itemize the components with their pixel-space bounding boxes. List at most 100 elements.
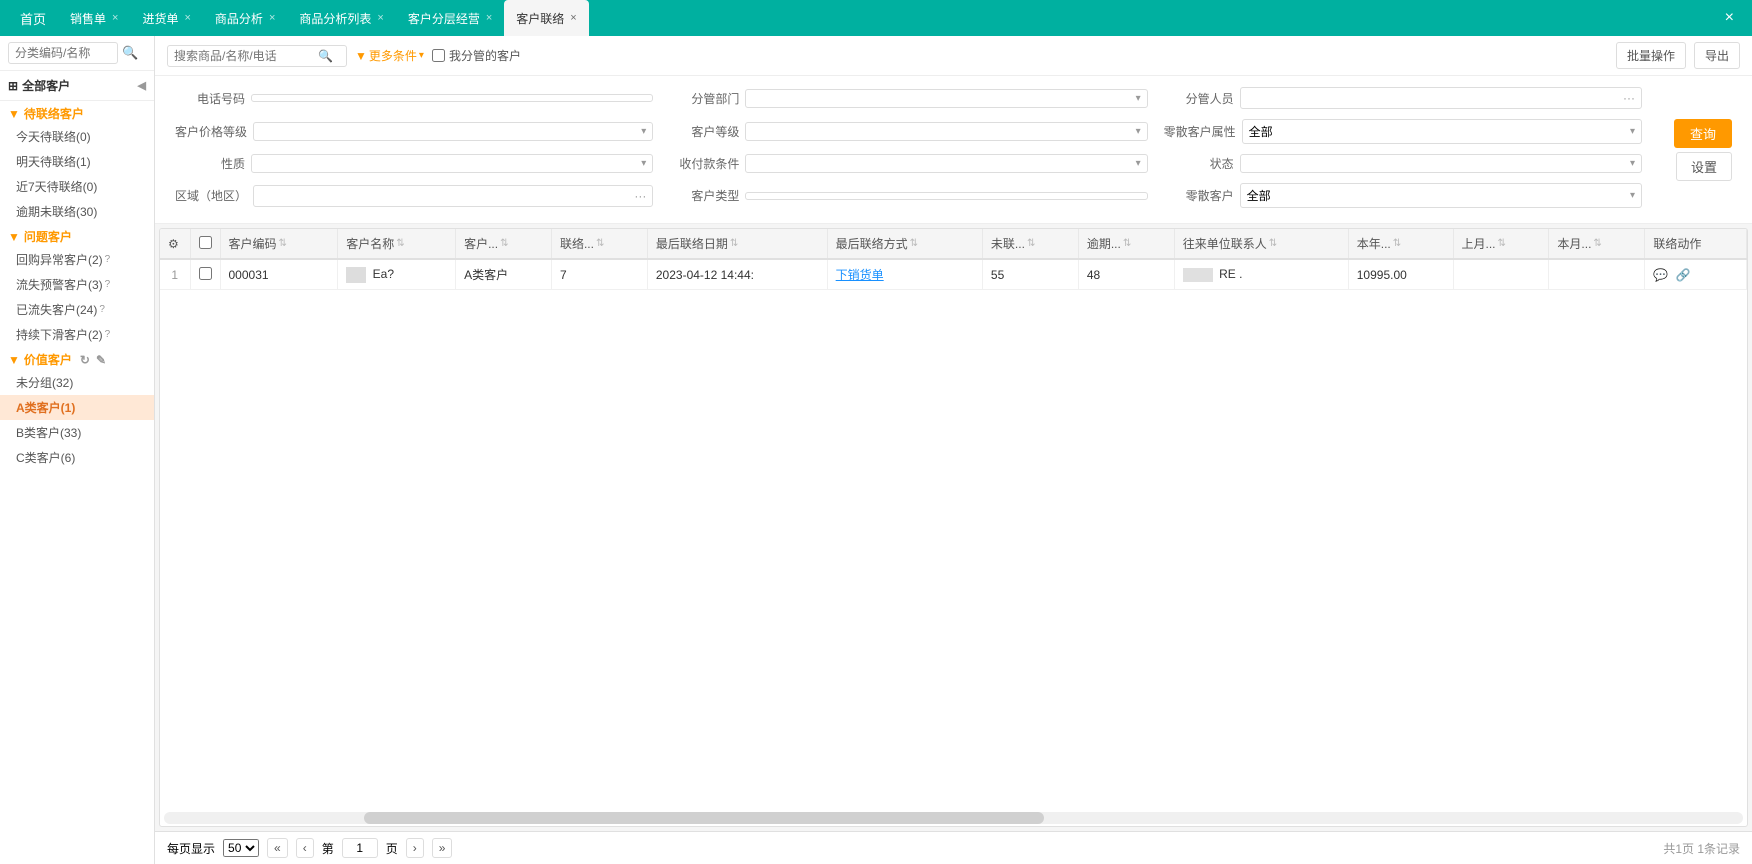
select-all-checkbox[interactable] (199, 236, 212, 249)
th-unit-contact[interactable]: 往来单位联系人 ⇅ (1174, 229, 1348, 259)
adv-row-1: 电话号码 分管部门 ▾ 分管人员 ··· (167, 84, 1650, 112)
nav-tab-customer-mgmt[interactable]: 客户分层经营 × (396, 0, 504, 36)
settings-icon[interactable]: ⚙ (168, 237, 179, 251)
th-overdue[interactable]: 逾期... ⇅ (1078, 229, 1174, 259)
sidebar-item-a-class[interactable]: A类客户(1) (0, 395, 154, 420)
th-settings[interactable]: ⚙ (160, 229, 190, 259)
message-icon[interactable]: 💬 (1653, 268, 1668, 282)
main-search-input[interactable] (174, 49, 314, 63)
close-analysis-icon[interactable]: × (269, 12, 275, 24)
th-last-month[interactable]: 上月... ⇅ (1453, 229, 1549, 259)
next-page-btn[interactable]: › (406, 838, 424, 858)
close-customer-mgmt-icon[interactable]: × (486, 12, 492, 24)
sidebar-search-icon[interactable]: 🔍 (122, 45, 138, 61)
th-name[interactable]: 客户名称 ⇅ (338, 229, 456, 259)
dept-select[interactable]: ▾ (745, 89, 1147, 108)
th-category[interactable]: 客户... ⇅ (456, 229, 552, 259)
status-label: 状态 (1164, 155, 1234, 172)
sidebar-item-today[interactable]: 今天待联络(0) (0, 124, 154, 149)
horizontal-scrollbar[interactable] (164, 812, 1743, 824)
batch-op-btn[interactable]: 批量操作 (1616, 42, 1686, 69)
th-this-month[interactable]: 本月... ⇅ (1549, 229, 1645, 259)
status-select[interactable]: ▾ (1240, 154, 1642, 173)
nav-tab-purchase[interactable]: 进货单 × (130, 0, 202, 36)
sidebar-item-7days[interactable]: 近7天待联络(0) (0, 174, 154, 199)
export-btn[interactable]: 导出 (1694, 42, 1740, 69)
sidebar-item-churned[interactable]: 已流失客户(24) ? (0, 297, 154, 322)
sort-contact-icon: ⇅ (596, 238, 604, 249)
th-contact[interactable]: 联络... ⇅ (551, 229, 647, 259)
sidebar-all-customers[interactable]: ⊞ 全部客户 ◀ (0, 71, 154, 101)
search-wrap: 🔍 (167, 45, 347, 67)
sidebar-search-input[interactable] (8, 42, 118, 64)
person-input[interactable]: ··· (1240, 87, 1642, 109)
sidebar-group-value[interactable]: ▼ 价值客户 ↻ ✎ (0, 347, 154, 370)
row-checkbox[interactable] (199, 267, 212, 280)
row-checkbox-cell (190, 259, 220, 290)
row-last-method[interactable]: 下销货单 (827, 259, 982, 290)
close-purchase-icon[interactable]: × (184, 12, 190, 24)
settings-btn[interactable]: 设置 (1676, 152, 1732, 181)
th-code[interactable]: 客户编码 ⇅ (220, 229, 338, 259)
sidebar-item-declining[interactable]: 持续下滑客户(2) ? (0, 322, 154, 347)
close-all-btn[interactable]: × (1715, 9, 1744, 27)
sidebar-item-overdue[interactable]: 逾期未联络(30) (0, 199, 154, 224)
row-unit-contact: RE . (1174, 259, 1348, 290)
table-scroll[interactable]: ⚙ 客户编码 ⇅ (160, 229, 1747, 810)
nav-tab-customer-contact[interactable]: 客户联络 × (504, 0, 588, 36)
my-customers-checkbox[interactable]: 我分管的客户 (432, 47, 521, 64)
scrollbar-thumb[interactable] (364, 812, 1044, 824)
sidebar-item-abnormal[interactable]: 回购异常客户(2) ? (0, 247, 154, 272)
sidebar-group-pending[interactable]: ▼ 待联络客户 (0, 101, 154, 124)
sidebar-item-ungroup[interactable]: 未分组(32) (0, 370, 154, 395)
person-label: 分管人员 (1164, 90, 1234, 107)
th-checkbox[interactable] (190, 229, 220, 259)
close-sales-icon[interactable]: × (112, 12, 118, 24)
collapse-icon[interactable]: ◀ (138, 79, 146, 92)
per-page-select[interactable]: 50 (223, 839, 259, 857)
link-icon[interactable]: 🔗 (1676, 268, 1691, 282)
last-page-btn[interactable]: » (432, 838, 453, 858)
sidebar-item-churn-warning[interactable]: 流失预警客户(3) ? (0, 272, 154, 297)
price-level-select[interactable]: ▾ (253, 122, 653, 141)
sidebar-item-c-class[interactable]: C类客户(6) (0, 445, 154, 470)
retail-attr-select[interactable]: 全部▾ (1242, 119, 1642, 144)
my-customers-check[interactable] (432, 49, 445, 62)
sidebar-item-b-class[interactable]: B类客户(33) (0, 420, 154, 445)
payment-select[interactable]: ▾ (745, 154, 1147, 173)
nature-select[interactable]: ▾ (251, 154, 653, 173)
phone-input[interactable] (251, 94, 653, 102)
customer-level-select[interactable]: ▾ (745, 122, 1147, 141)
nav-tab-analysis-list[interactable]: 商品分析列表 × (287, 0, 395, 36)
nav-tab-sales[interactable]: 销售单 × (58, 0, 130, 36)
customer-type-input[interactable] (745, 192, 1147, 200)
query-btn[interactable]: 查询 (1674, 119, 1732, 148)
adv-filter-main: 电话号码 分管部门 ▾ 分管人员 ··· (167, 84, 1740, 215)
search-icon[interactable]: 🔍 (318, 49, 333, 63)
retail-select[interactable]: 全部▾ (1240, 183, 1642, 208)
prev-page-btn[interactable]: ‹ (296, 838, 314, 858)
nav-home[interactable]: 首页 (8, 9, 58, 28)
sort-unit-icon: ⇅ (1269, 238, 1277, 249)
filter-region: 区域（地区） ··· (167, 182, 661, 210)
nav-tab-analysis[interactable]: 商品分析 × (203, 0, 287, 36)
sort-uncontacted-icon: ⇅ (1027, 238, 1035, 249)
th-uncontacted[interactable]: 未联... ⇅ (982, 229, 1078, 259)
sidebar-item-tomorrow[interactable]: 明天待联络(1) (0, 149, 154, 174)
table-row: 1 000031 Ea? A类客户 7 2023-04-12 14: (160, 259, 1747, 290)
more-conditions-btn[interactable]: ▼ 更多条件 ▾ (355, 47, 424, 64)
first-page-btn[interactable]: « (267, 838, 288, 858)
sort-date-icon: ⇅ (730, 238, 738, 249)
page-num-input[interactable] (342, 838, 378, 858)
th-last-date[interactable]: 最后联络日期 ⇅ (647, 229, 827, 259)
th-this-year[interactable]: 本年... ⇅ (1348, 229, 1453, 259)
row-code: 000031 (220, 259, 338, 290)
refresh-icon[interactable]: ↻ (80, 353, 90, 367)
close-customer-contact-icon[interactable]: × (570, 12, 576, 24)
th-last-method[interactable]: 最后联络方式 ⇅ (827, 229, 982, 259)
edit-icon[interactable]: ✎ (96, 353, 106, 367)
region-input[interactable]: ··· (253, 185, 653, 207)
sidebar-group-problem[interactable]: ▼ 问题客户 (0, 224, 154, 247)
close-analysis-list-icon[interactable]: × (377, 12, 383, 24)
table-area: ⚙ 客户编码 ⇅ (159, 228, 1748, 827)
